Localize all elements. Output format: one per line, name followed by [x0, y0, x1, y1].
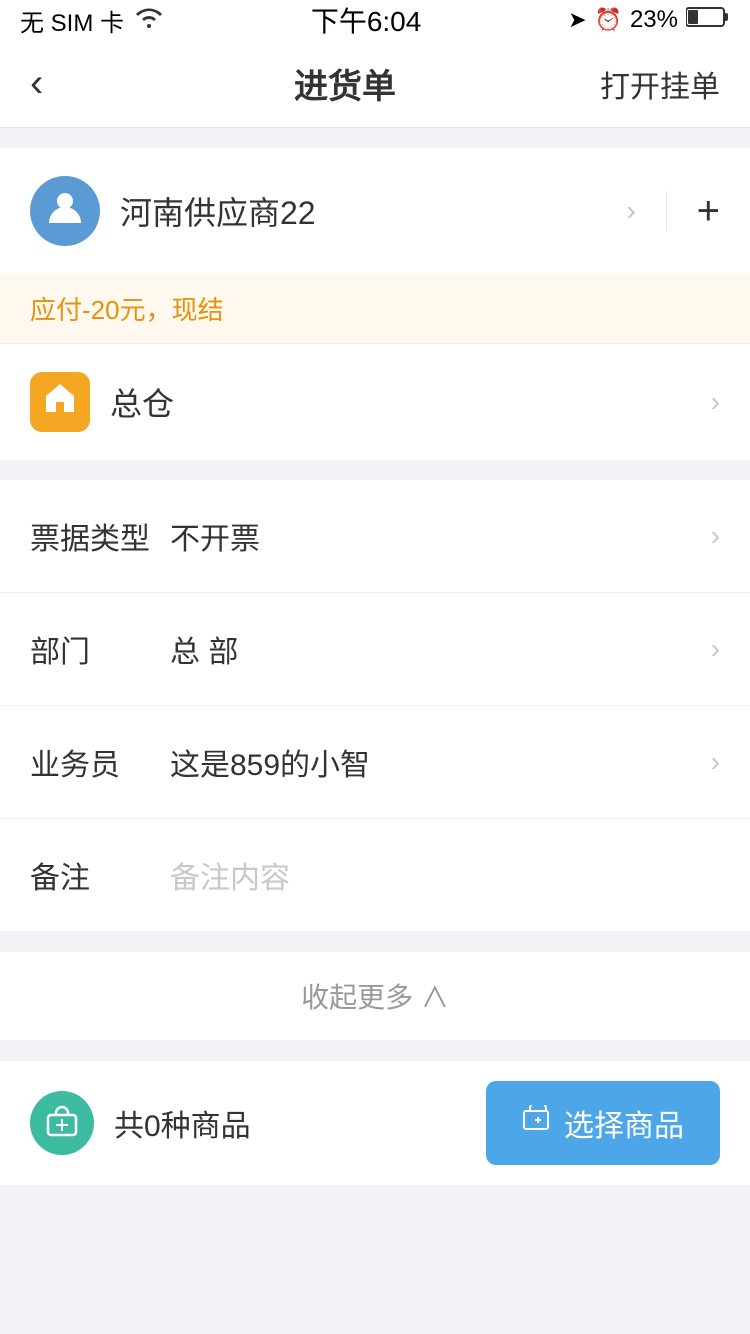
time-display: 下午6:04: [311, 0, 422, 40]
supplier-divider: [666, 191, 667, 231]
invoice-value: 不开票: [170, 514, 711, 558]
status-bar: 无 SIM 卡 下午6:04 ➤ ⏰ 23%: [0, 0, 750, 40]
location-icon: ➤: [568, 7, 586, 33]
bottom-bar: 共0种商品 选择商品: [0, 1060, 750, 1185]
supplier-name: 河南供应商22: [120, 188, 626, 234]
person-icon: [45, 187, 85, 236]
supplier-chevron-icon: ›: [626, 195, 635, 227]
form-section: 票据类型 不开票 › 部门 总 部 › 业务员 这是859的小智 › 备注 备注…: [0, 480, 750, 931]
remark-row[interactable]: 备注 备注内容: [0, 819, 750, 931]
open-pending-button[interactable]: 打开挂单: [600, 62, 720, 106]
invoice-type-row[interactable]: 票据类型 不开票 ›: [0, 480, 750, 593]
dept-chevron-icon: ›: [711, 633, 720, 665]
sales-value: 这是859的小智: [170, 740, 711, 784]
remark-input[interactable]: 备注内容: [170, 853, 720, 897]
warehouse-row[interactable]: 总仓 ›: [0, 343, 750, 460]
dept-value: 总 部: [170, 627, 711, 671]
battery-icon: [686, 6, 730, 35]
department-row[interactable]: 部门 总 部 ›: [0, 593, 750, 706]
invoice-label: 票据类型: [30, 514, 170, 558]
sales-label: 业务员: [30, 740, 170, 784]
product-icon: [30, 1091, 94, 1155]
battery-label: 23%: [630, 6, 678, 34]
remark-label: 备注: [30, 853, 170, 897]
collapse-label: 收起更多 ∧: [301, 976, 449, 1016]
notice-banner: 应付-20元，现结: [0, 274, 750, 343]
back-button[interactable]: ‹: [30, 61, 90, 106]
supplier-section: 河南供应商22 › + 应付-20元，现结 总仓 ›: [0, 148, 750, 460]
nav-bar: ‹ 进货单 打开挂单: [0, 40, 750, 128]
supplier-row[interactable]: 河南供应商22 › +: [0, 148, 750, 274]
cart-icon: [522, 1105, 554, 1141]
salesperson-row[interactable]: 业务员 这是859的小智 ›: [0, 706, 750, 819]
warehouse-chevron-icon: ›: [711, 386, 720, 418]
carrier-label: 无 SIM 卡: [20, 3, 124, 38]
select-product-button[interactable]: 选择商品: [486, 1081, 720, 1165]
supplier-avatar: [30, 176, 100, 246]
house-icon: [42, 380, 78, 424]
warehouse-name: 总仓: [110, 379, 711, 425]
section-gap-1: [0, 128, 750, 148]
collapse-bar[interactable]: 收起更多 ∧: [0, 951, 750, 1040]
product-count: 共0种商品: [114, 1101, 486, 1145]
dept-label: 部门: [30, 627, 170, 671]
invoice-chevron-icon: ›: [711, 520, 720, 552]
page-title: 进货单: [90, 59, 600, 108]
select-product-label: 选择商品: [564, 1101, 684, 1145]
warehouse-icon: [30, 372, 90, 432]
wifi-icon: [134, 6, 164, 35]
add-button[interactable]: +: [697, 189, 720, 234]
alarm-icon: ⏰: [595, 7, 622, 33]
status-left: 无 SIM 卡: [20, 3, 164, 38]
sales-chevron-icon: ›: [711, 746, 720, 778]
status-right: ➤ ⏰ 23%: [568, 6, 730, 35]
